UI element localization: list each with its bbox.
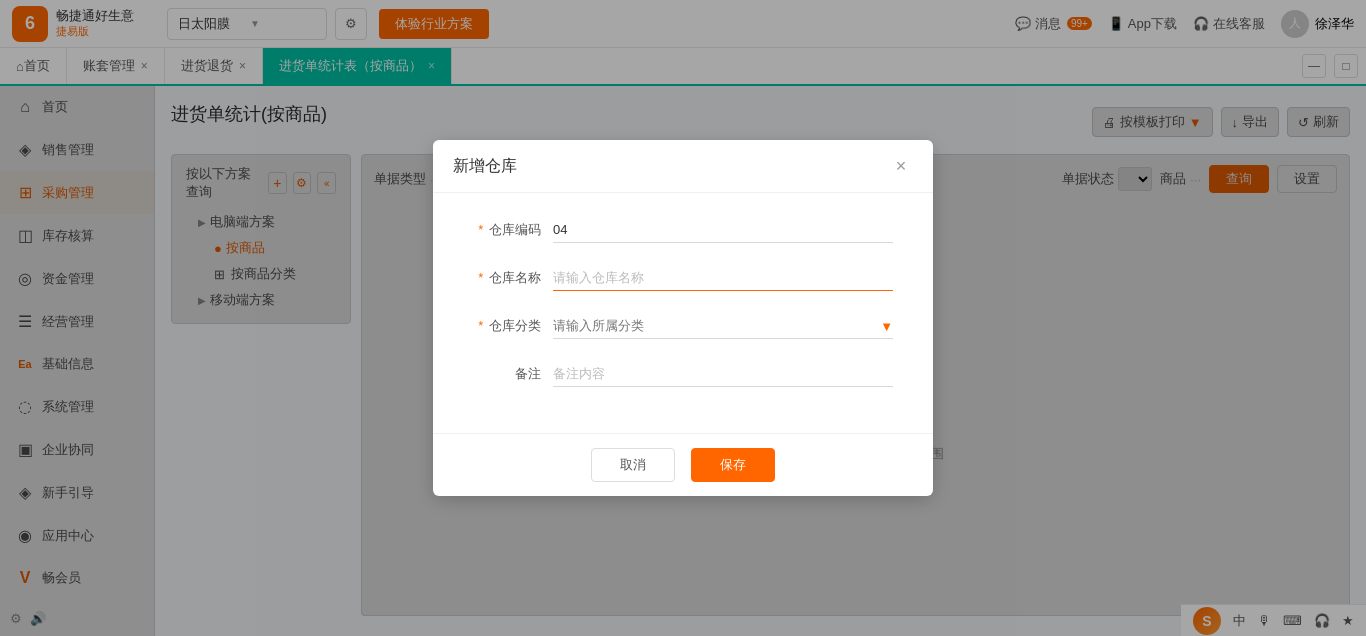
modal-title: 新增仓库 bbox=[453, 156, 517, 177]
modal-header: 新增仓库 × bbox=[433, 140, 933, 193]
notes-input[interactable] bbox=[553, 361, 893, 387]
warehouse-code-row: * 仓库编码 bbox=[473, 217, 893, 243]
warehouse-name-label: * 仓库名称 bbox=[473, 269, 553, 287]
notes-row: 备注 bbox=[473, 361, 893, 387]
modal-overlay: 新增仓库 × * 仓库编码 * 仓库名称 bbox=[0, 0, 1366, 636]
warehouse-category-label: * 仓库分类 bbox=[473, 317, 553, 335]
warehouse-name-row: * 仓库名称 bbox=[473, 265, 893, 291]
cancel-button[interactable]: 取消 bbox=[591, 448, 675, 482]
warehouse-name-input[interactable] bbox=[553, 265, 893, 291]
warehouse-category-row: * 仓库分类 ▼ bbox=[473, 313, 893, 339]
notes-label: 备注 bbox=[473, 365, 553, 383]
modal-close-button[interactable]: × bbox=[889, 154, 913, 178]
warehouse-category-input[interactable] bbox=[553, 313, 893, 339]
warehouse-category-wrap: ▼ bbox=[553, 313, 893, 339]
new-warehouse-modal: 新增仓库 × * 仓库编码 * 仓库名称 bbox=[433, 140, 933, 496]
save-button[interactable]: 保存 bbox=[691, 448, 775, 482]
warehouse-code-label: * 仓库编码 bbox=[473, 221, 553, 239]
modal-footer: 取消 保存 bbox=[433, 433, 933, 496]
modal-body: * 仓库编码 * 仓库名称 * 仓库分类 bbox=[433, 193, 933, 433]
warehouse-code-input[interactable] bbox=[553, 217, 893, 243]
